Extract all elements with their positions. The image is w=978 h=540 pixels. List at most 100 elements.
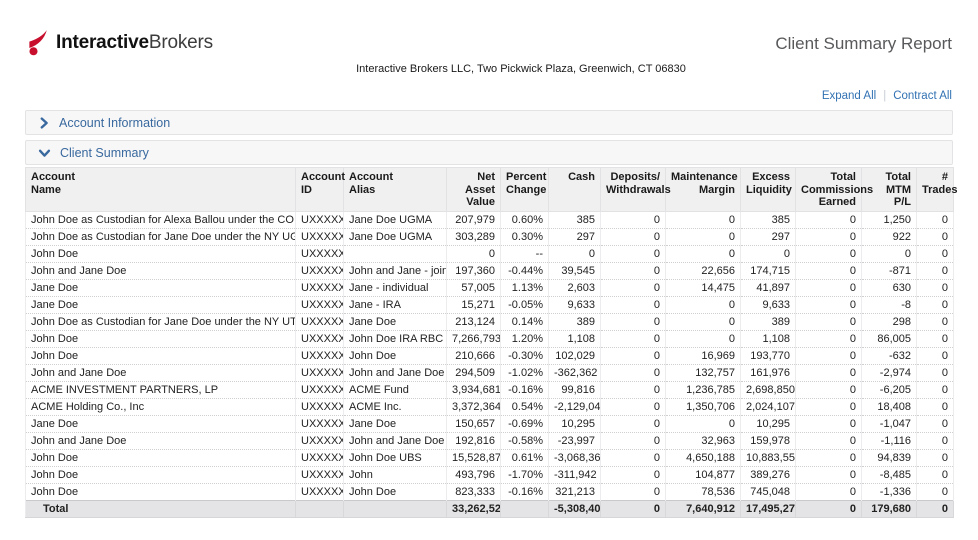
total-cell-total-mtm-pl: 179,680 <box>862 500 917 517</box>
cell-total-commissions-earned: 0 <box>796 432 862 449</box>
cell-num-trades: 0 <box>917 381 954 398</box>
cell-excess-liquidity: 2,024,107 <box>741 398 796 415</box>
table-row: Jane DoeUXXXXXXJane - IRA15,271-0.05%9,6… <box>26 296 954 313</box>
cell-net-asset-value: 192,816 <box>447 432 501 449</box>
cell-excess-liquidity: 1,108 <box>741 330 796 347</box>
cell-maintenance-margin: 0 <box>666 296 741 313</box>
table-row: John DoeUXXXXXXJohn Doe UBS15,528,8790.6… <box>26 449 954 466</box>
cell-deposits-withdrawals: 0 <box>601 432 666 449</box>
cell-maintenance-margin: 0 <box>666 415 741 432</box>
cell-cash: 99,816 <box>549 381 601 398</box>
cell-num-trades: 0 <box>917 313 954 330</box>
cell-percent-change: 0.60% <box>501 211 549 228</box>
cell-percent-change: -0.30% <box>501 347 549 364</box>
cell-maintenance-margin: 104,877 <box>666 466 741 483</box>
contract-all-link[interactable]: Contract All <box>893 90 952 102</box>
cell-excess-liquidity: 9,633 <box>741 296 796 313</box>
table-row: John and Jane DoeUXXXXXXJohn and Jane - … <box>26 262 954 279</box>
cell-percent-change: -0.69% <box>501 415 549 432</box>
cell-cash: 0 <box>549 245 601 262</box>
cell-num-trades: 0 <box>917 296 954 313</box>
cell-excess-liquidity: 161,976 <box>741 364 796 381</box>
total-cell-maintenance-margin: 7,640,912 <box>666 500 741 517</box>
cell-percent-change: 0.54% <box>501 398 549 415</box>
expand-contract-toolbar: Expand All|Contract All <box>0 90 978 102</box>
table-row: John DoeUXXXXXXJohn493,796-1.70%-311,942… <box>26 466 954 483</box>
col-header-cash: Cash <box>549 168 601 212</box>
cell-account-id: UXXXXXX <box>296 313 344 330</box>
section-account-information-label: Account Information <box>59 116 170 130</box>
cell-cash: -362,362 <box>549 364 601 381</box>
cell-account-name: John and Jane Doe <box>26 364 296 381</box>
cell-account-alias: Jane Doe <box>344 415 447 432</box>
table-row: John DoeUXXXXXXJohn Doe823,333-0.16%321,… <box>26 483 954 500</box>
cell-account-id: UXXXXXX <box>296 211 344 228</box>
cell-percent-change: 0.14% <box>501 313 549 330</box>
total-cell-total-commissions-earned: 0 <box>796 500 862 517</box>
cell-account-id: UXXXXXX <box>296 279 344 296</box>
cell-cash: 297 <box>549 228 601 245</box>
cell-num-trades: 0 <box>917 279 954 296</box>
expand-all-link[interactable]: Expand All <box>822 90 876 102</box>
cell-account-name: John Doe <box>26 466 296 483</box>
cell-net-asset-value: 15,528,879 <box>447 449 501 466</box>
page-title: Client Summary Report <box>775 34 952 54</box>
cell-maintenance-margin: 1,350,706 <box>666 398 741 415</box>
cell-account-alias: John Doe IRA RBC <box>344 330 447 347</box>
cell-account-name: ACME Holding Co., Inc <box>26 398 296 415</box>
cell-maintenance-margin: 22,656 <box>666 262 741 279</box>
cell-total-commissions-earned: 0 <box>796 313 862 330</box>
cell-account-alias: Jane - IRA <box>344 296 447 313</box>
total-cell-cash: -5,308,403 <box>549 500 601 517</box>
cell-account-name: John Doe as Custodian for Jane Doe under… <box>26 228 296 245</box>
cell-total-mtm-pl: 922 <box>862 228 917 245</box>
cell-account-name: John Doe <box>26 483 296 500</box>
col-header-total-commissions-earned: Total Commissions Earned <box>796 168 862 212</box>
section-account-information[interactable]: Account Information <box>25 110 953 135</box>
table-row: Jane DoeUXXXXXXJane - individual57,0051.… <box>26 279 954 296</box>
cell-excess-liquidity: 297 <box>741 228 796 245</box>
cell-cash: -311,942 <box>549 466 601 483</box>
cell-account-id: UXXXXXX <box>296 432 344 449</box>
cell-excess-liquidity: 0 <box>741 245 796 262</box>
cell-excess-liquidity: 174,715 <box>741 262 796 279</box>
cell-num-trades: 0 <box>917 466 954 483</box>
total-cell-excess-liquidity: 17,495,277 <box>741 500 796 517</box>
cell-total-commissions-earned: 0 <box>796 296 862 313</box>
table-row: John Doe as Custodian for Alexa Ballou u… <box>26 211 954 228</box>
cell-total-mtm-pl: -632 <box>862 347 917 364</box>
cell-account-name: Jane Doe <box>26 279 296 296</box>
col-header-excess-liquidity: Excess Liquidity <box>741 168 796 212</box>
cell-deposits-withdrawals: 0 <box>601 262 666 279</box>
cell-account-name: John Doe <box>26 330 296 347</box>
company-address: Interactive Brokers LLC, Two Pickwick Pl… <box>0 63 978 75</box>
brand-word-brokers: Brokers <box>149 32 213 53</box>
cell-cash: 321,213 <box>549 483 601 500</box>
cell-account-alias: ACME Inc. <box>344 398 447 415</box>
total-cell-percent-change <box>501 500 549 517</box>
cell-account-id: UXXXXXX <box>296 398 344 415</box>
cell-maintenance-margin: 0 <box>666 228 741 245</box>
cell-account-alias: Jane Doe UGMA <box>344 228 447 245</box>
cell-account-id: UXXXXXX <box>296 466 344 483</box>
cell-num-trades: 0 <box>917 483 954 500</box>
cell-net-asset-value: 3,372,364 <box>447 398 501 415</box>
cell-account-alias: John Doe <box>344 347 447 364</box>
cell-maintenance-margin: 132,757 <box>666 364 741 381</box>
col-header-maintenance-margin: Maintenance Margin <box>666 168 741 212</box>
cell-percent-change: 0.30% <box>501 228 549 245</box>
cell-cash: 102,029 <box>549 347 601 364</box>
col-header-account-id: Account ID <box>296 168 344 212</box>
cell-account-alias: Jane Doe <box>344 313 447 330</box>
cell-num-trades: 0 <box>917 211 954 228</box>
cell-total-mtm-pl: 86,005 <box>862 330 917 347</box>
section-client-summary[interactable]: Client Summary <box>25 140 953 165</box>
total-label-cell: Total <box>26 500 296 517</box>
cell-net-asset-value: 294,509 <box>447 364 501 381</box>
total-cell-deposits-withdrawals: 0 <box>601 500 666 517</box>
cell-deposits-withdrawals: 0 <box>601 381 666 398</box>
cell-deposits-withdrawals: 0 <box>601 330 666 347</box>
cell-maintenance-margin: 32,963 <box>666 432 741 449</box>
cell-excess-liquidity: 10,883,553 <box>741 449 796 466</box>
cell-total-mtm-pl: 1,250 <box>862 211 917 228</box>
